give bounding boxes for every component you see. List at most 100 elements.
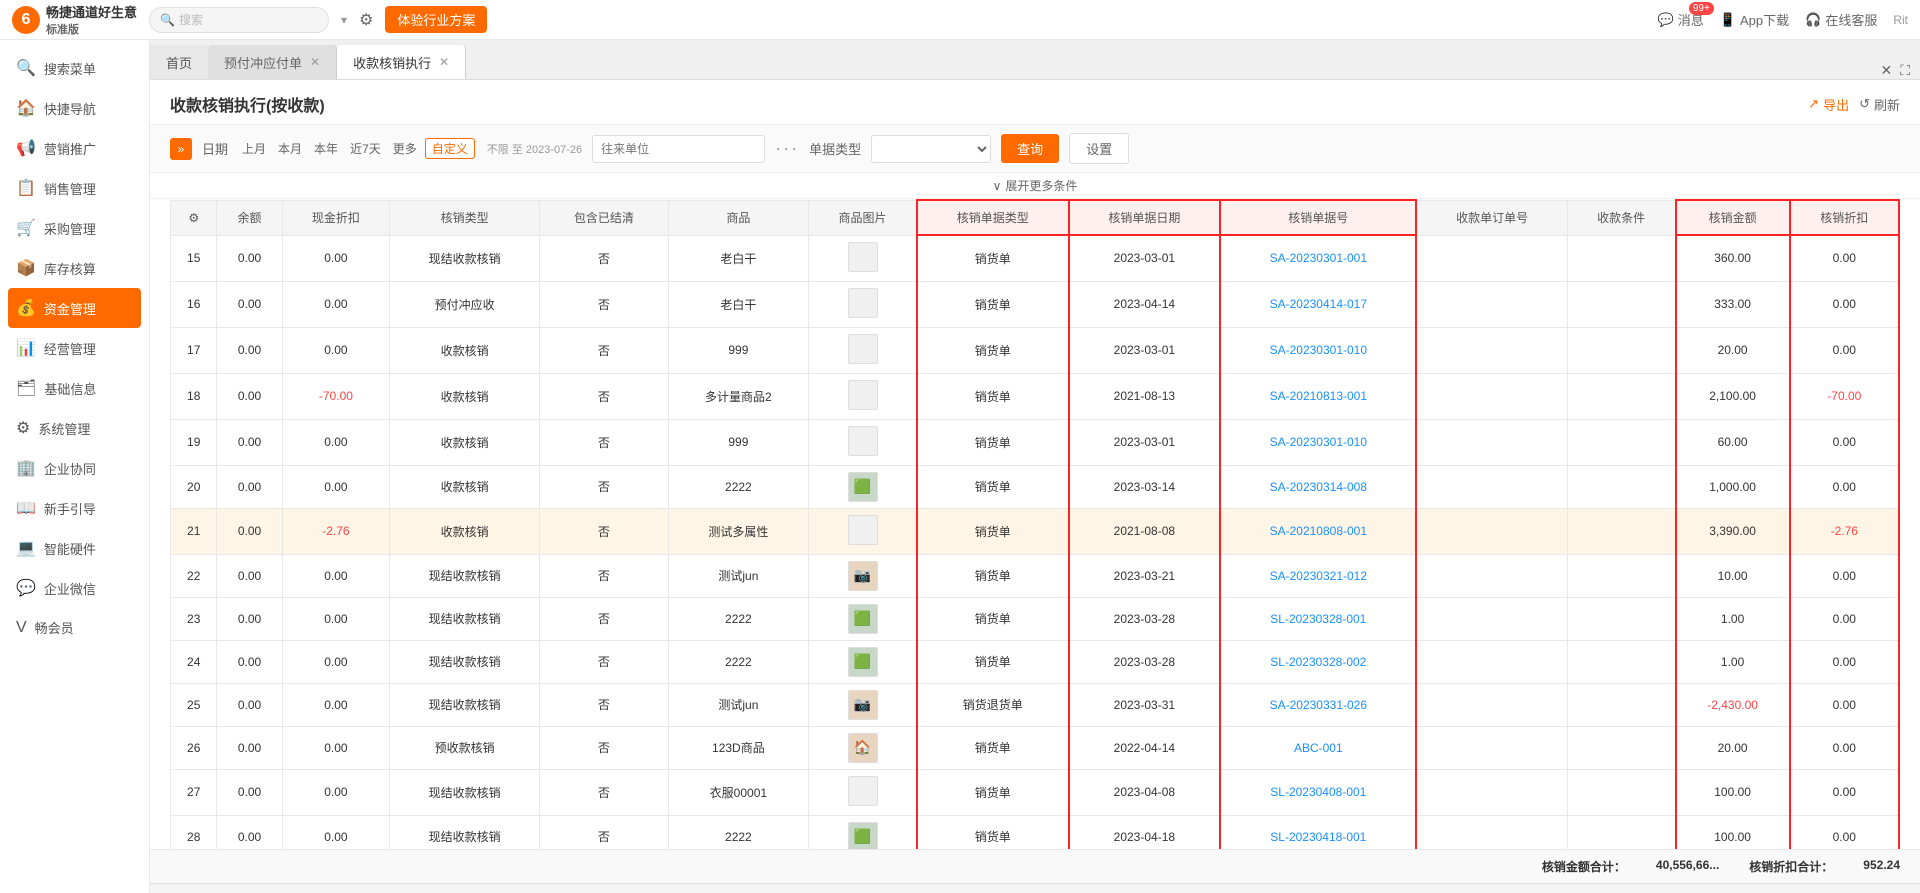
tab-receipt-cancel[interactable]: 收款核销执行 ✕ [337,45,466,79]
sidebar-item-enterprise[interactable]: 🏢 企业协同 [0,448,149,488]
date-btn-custom[interactable]: 自定义 [425,138,475,159]
table-row: 180.00-70.00收款核销否多计量商品2销货单2021-08-13SA-2… [171,373,1900,419]
top-right-actions: 💬 消息 99+ 📱 App下载 🎧 在线客服 Rit [1658,10,1908,29]
cancel-date-cell: 2023-03-28 [1069,597,1221,640]
refresh-button[interactable]: ↺ 刷新 [1859,95,1900,114]
cancel-discount-cell: 0.00 [1790,465,1899,508]
query-button[interactable]: 查询 [1001,134,1059,163]
cancel-bill-no-link[interactable]: SL-20230418-001 [1270,830,1366,844]
sidebar-item-vip[interactable]: V 畅会员 [0,608,149,647]
sidebar-item-sales[interactable]: 📋 销售管理 [0,168,149,208]
tab-prepay[interactable]: 预付冲应付单 ✕ [208,45,337,79]
table-header-row: ⚙ 余额 现金折扣 核销类型 包含已结清 商品 商品图片 核销单据类型 核销单据… [171,200,1900,235]
cancel-bill-type-cell: 销货单 [917,815,1069,849]
col-cancel-bill-no: 核销单据号 [1220,200,1416,235]
cancel-bill-no-link[interactable]: SA-20230301-001 [1270,251,1367,265]
cancel-date-cell: 2023-03-01 [1069,419,1221,465]
expand-more-button[interactable]: ∨ 展开更多条件 [993,177,1078,194]
cancel-bill-no-link[interactable]: SA-20230301-010 [1270,435,1367,449]
date-btn-last-month[interactable]: 上月 [238,138,270,159]
sys-icon: ⚙ [16,418,30,438]
message-icon: 💬 [1658,12,1674,28]
sidebar-item-operations[interactable]: 📊 经营管理 [0,328,149,368]
cancel-date-cell: 2023-03-14 [1069,465,1221,508]
search-dropdown-arrow[interactable]: ▾ [341,13,347,27]
sidebar-item-finance[interactable]: 💰 资金管理 [8,288,141,328]
filter-toggle-button[interactable]: » [170,138,192,160]
cancel-bill-no-link[interactable]: SL-20230408-001 [1270,785,1366,799]
app-download-btn[interactable]: 📱 App下载 [1720,10,1789,29]
top-search-bar[interactable]: 🔍 搜索 [149,7,329,33]
cancel-bill-type-cell: 销货单 [917,235,1069,281]
expand-icon: ∨ [993,179,1002,193]
header-actions: ↗ 导出 ↺ 刷新 [1808,95,1900,114]
sidebar-item-smart-hw[interactable]: 💻 智能硬件 [0,528,149,568]
table-row: 220.000.00现结收款核销否测试jun📷销货单2023-03-21SA-2… [171,554,1900,597]
tab-close-all-icon[interactable]: ✕ [1880,62,1892,79]
goods-image-thumb [848,242,878,272]
sidebar-item-marketing[interactable]: 📢 营销推广 [0,128,149,168]
cancel-bill-no-link[interactable]: SA-20230301-010 [1270,343,1367,357]
date-btn-this-month[interactable]: 本月 [274,138,306,159]
filter-dots: ··· [775,138,799,159]
goods-image-thumb: 🟩 [848,647,878,677]
inventory-icon: 📦 [16,258,36,278]
main-layout: 🔍 搜索菜单 🏠 快捷导航 📢 营销推广 📋 销售管理 🛒 采购管理 📦 库存核… [0,40,1920,893]
from-unit-input[interactable] [592,135,765,163]
cancel-bill-no-link[interactable]: SA-20230414-017 [1270,297,1367,311]
sidebar-item-search-menu[interactable]: 🔍 搜索菜单 [0,48,149,88]
newbie-icon: 📖 [16,498,36,518]
table-row: 210.00-2.76收款核销否测试多属性销货单2021-08-08SA-202… [171,508,1900,554]
goods-image-thumb: 🟩 [848,604,878,634]
col-settings[interactable]: ⚙ [171,200,217,235]
cancel-bill-no-link[interactable]: SA-20210813-001 [1270,389,1367,403]
sidebar-item-quick-nav[interactable]: 🏠 快捷导航 [0,88,149,128]
sidebar-item-newbie[interactable]: 📖 新手引导 [0,488,149,528]
bill-type-select[interactable] [871,135,991,163]
smart-hw-icon: 💻 [16,538,36,558]
cancel-discount-cell: 0.00 [1790,726,1899,769]
sidebar-item-purchase[interactable]: 🛒 采购管理 [0,208,149,248]
date-btn-7days[interactable]: 近7天 [346,138,385,159]
wechat-icon: 💬 [16,578,36,598]
cancel-bill-type-cell: 销货单 [917,554,1069,597]
cancel-bill-no-link[interactable]: SA-20230321-012 [1270,569,1367,583]
setting-button[interactable]: 设置 [1069,133,1129,164]
goods-image-thumb: 📷 [848,690,878,720]
logo-icon: 6 [12,6,40,34]
main-content-area: 首页 预付冲应付单 ✕ 收款核销执行 ✕ ✕ ⛶ 收款核销执行(按收款) [150,40,1920,893]
date-btn-this-year[interactable]: 本年 [310,138,342,159]
date-btn-more[interactable]: 更多 [389,138,421,159]
table-row: 160.000.00预付冲应收否老白干销货单2023-04-14SA-20230… [171,281,1900,327]
cancel-bill-type-cell: 销货单 [917,281,1069,327]
cancel-bill-no-link[interactable]: SA-20210808-001 [1270,524,1367,538]
tab-expand-icon[interactable]: ⛶ [1900,62,1910,79]
scroll-area[interactable] [150,883,1920,893]
goods-image-thumb: 🏠 [848,733,878,763]
tab-home[interactable]: 首页 [150,45,208,79]
sidebar-item-sys-mgmt[interactable]: ⚙ 系统管理 [0,408,149,448]
export-button[interactable]: ↗ 导出 [1808,95,1849,114]
message-btn[interactable]: 💬 消息 99+ [1658,10,1704,29]
tab-receipt-cancel-close[interactable]: ✕ [439,55,449,69]
industry-solution-button[interactable]: 体验行业方案 [385,6,487,33]
tab-prepay-close[interactable]: ✕ [310,55,320,69]
cancel-bill-no-link[interactable]: SA-20230314-008 [1270,480,1367,494]
sidebar-item-inventory[interactable]: 📦 库存核算 [0,248,149,288]
cancel-bill-type-cell: 销货单 [917,640,1069,683]
sales-icon: 📋 [16,178,36,198]
cancel-amount-cell: 100.00 [1676,769,1790,815]
gear-icon[interactable]: ⚙ [359,10,373,30]
sidebar-item-basic-info[interactable]: 🗂 基础信息 [0,368,149,408]
mobile-icon: 📱 [1720,12,1736,28]
table-row: 150.000.00现结收款核销否老白干销货单2023-03-01SA-2023… [171,235,1900,281]
cancel-bill-no-link[interactable]: SL-20230328-001 [1270,612,1366,626]
cancel-bill-no-link[interactable]: SL-20230328-002 [1270,655,1366,669]
tab-bar: 首页 预付冲应付单 ✕ 收款核销执行 ✕ ✕ ⛶ [150,40,1920,80]
col-cancel-amount: 核销金额 [1676,200,1790,235]
cancel-bill-no-link[interactable]: SA-20230331-026 [1270,698,1367,712]
cancel-amount-cell: 2,100.00 [1676,373,1790,419]
sidebar-item-wechat[interactable]: 💬 企业微信 [0,568,149,608]
cancel-bill-no-link[interactable]: ABC-001 [1294,741,1343,755]
online-service-btn[interactable]: 🎧 在线客服 [1805,10,1877,29]
